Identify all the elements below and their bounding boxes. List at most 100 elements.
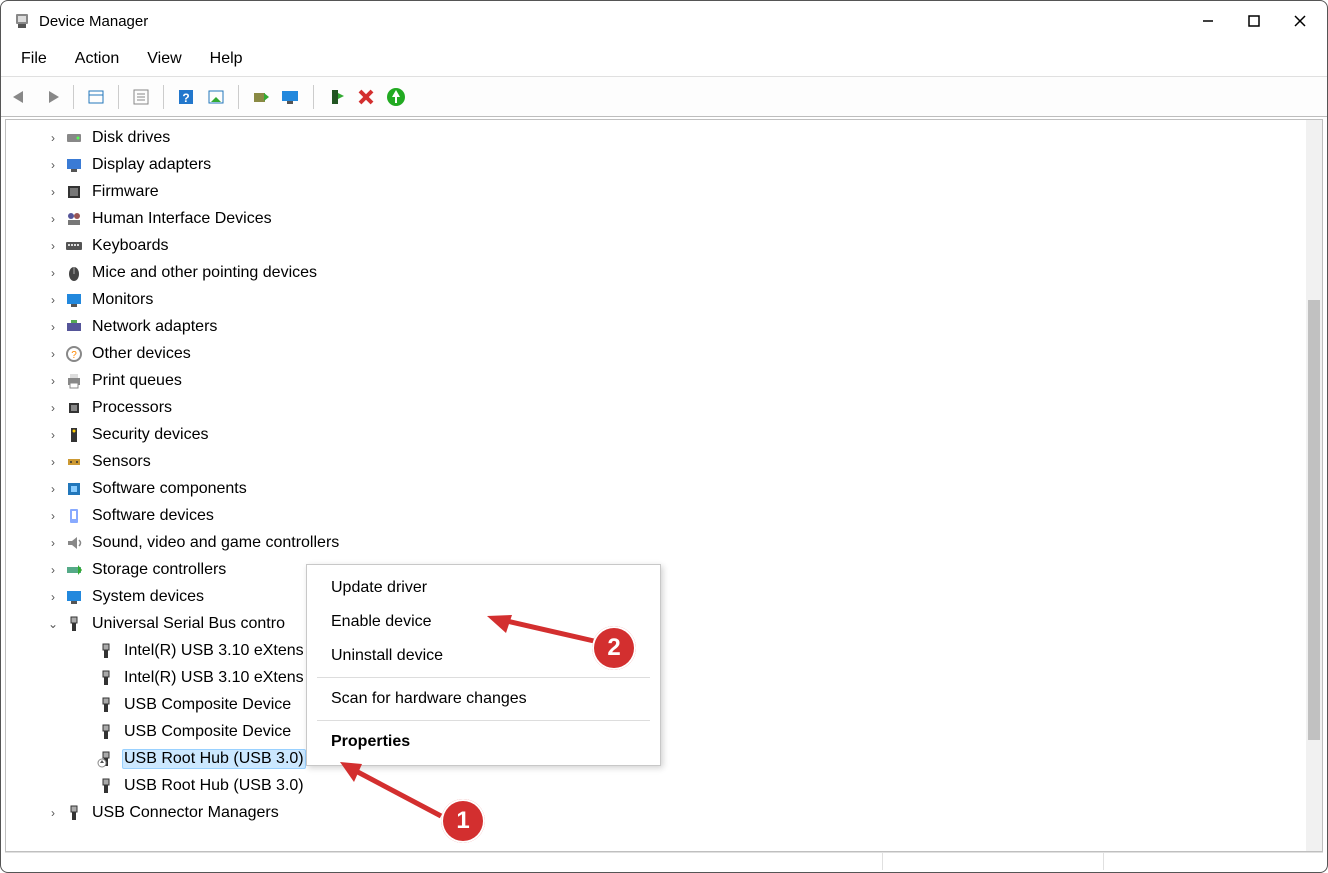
tree-item-usb-child[interactable]: Intel(R) USB 3.10 eXtens [6,637,1322,664]
other-icon: ? [64,344,84,364]
tree-expander[interactable] [44,590,62,604]
tree-expander[interactable] [44,185,62,199]
toolbar-separator [118,85,119,109]
device-label: Software devices [90,507,216,525]
tree-expander[interactable] [44,212,62,226]
device-tree[interactable]: Disk drives Display adapters Firmware Hu… [6,120,1322,851]
statusbar [5,852,1323,870]
ctx-separator [317,677,650,678]
disable-button[interactable] [322,83,350,111]
minimize-button[interactable] [1185,1,1231,41]
device-label: Keyboards [90,237,171,255]
tree-item[interactable]: Display adapters [6,151,1322,178]
ctx-scan-hardware[interactable]: Scan for hardware changes [307,682,660,716]
tree-expander[interactable] [44,266,62,280]
ctx-update-driver[interactable]: Update driver [307,571,660,605]
tree-item-usb-child[interactable]: USB Root Hub (USB 3.0) [6,772,1322,799]
back-button[interactable] [7,83,35,111]
tree-expander[interactable] [44,401,62,415]
tree-expander[interactable] [44,563,62,577]
tree-item-usb-child[interactable]: USB Root Hub (USB 3.0) [6,745,1322,772]
forward-button[interactable] [37,83,65,111]
tree-item[interactable]: Security devices [6,421,1322,448]
tree-item-usb-child[interactable]: USB Composite Device [6,718,1322,745]
tree-item[interactable]: Storage controllers [6,556,1322,583]
properties-button[interactable] [127,83,155,111]
cpu-icon [64,398,84,418]
sensor-icon [64,452,84,472]
tree-item[interactable]: System devices [6,583,1322,610]
annotation-badge-2: 2 [592,626,636,670]
toolbar-separator [238,85,239,109]
device-label: Monitors [90,291,155,309]
scan-computer-button[interactable] [277,83,305,111]
tree-item[interactable]: Disk drives [6,124,1322,151]
tree-item[interactable]: Sound, video and game controllers [6,529,1322,556]
ctx-properties[interactable]: Properties [307,725,660,759]
show-hidden-button[interactable] [82,83,110,111]
tree-item[interactable]: Firmware [6,178,1322,205]
tree-item[interactable]: Sensors [6,448,1322,475]
menu-action[interactable]: Action [61,44,133,74]
device-label: USB Root Hub (USB 3.0) [122,749,306,769]
tree-expander[interactable] [44,536,62,550]
annotation-badge-1: 1 [441,799,485,843]
mouse-icon [64,263,84,283]
chip-icon [64,182,84,202]
usb-icon [64,803,84,823]
tree-expander[interactable] [44,617,62,631]
tree-expander[interactable] [44,482,62,496]
scan-button[interactable] [202,83,230,111]
menu-help[interactable]: Help [196,44,257,74]
tree-item[interactable]: Mice and other pointing devices [6,259,1322,286]
tree-expander[interactable] [44,455,62,469]
tree-item[interactable]: Processors [6,394,1322,421]
tree-item-usb-child[interactable]: USB Composite Device [6,691,1322,718]
tree-expander[interactable] [44,239,62,253]
device-label: Sound, video and game controllers [90,534,341,552]
tree-expander[interactable] [44,131,62,145]
vertical-scrollbar[interactable] [1306,120,1322,851]
maximize-button[interactable] [1231,1,1277,41]
enable-button[interactable] [382,83,410,111]
tree-expander[interactable] [44,293,62,307]
tree-item[interactable]: Print queues [6,367,1322,394]
device-label: USB Root Hub (USB 3.0) [122,777,306,795]
device-manager-window: Device Manager File Action View Help ? [0,0,1328,873]
menu-view[interactable]: View [133,44,195,74]
tree-expander[interactable] [44,374,62,388]
tree-expander[interactable] [44,347,62,361]
tree-expander[interactable] [44,509,62,523]
tree-item[interactable]: Software components [6,475,1322,502]
usb-icon [96,668,116,688]
device-label: Processors [90,399,174,417]
tree-expander[interactable] [44,158,62,172]
titlebar[interactable]: Device Manager [1,1,1327,41]
device-label: Network adapters [90,318,219,336]
tree-expander[interactable] [44,806,62,820]
help-button[interactable]: ? [172,83,200,111]
security-icon [64,425,84,445]
scrollbar-thumb[interactable] [1308,300,1320,740]
device-label: System devices [90,588,206,606]
tree-item[interactable]: Keyboards [6,232,1322,259]
tree-item[interactable]: USB Connector Managers [6,799,1322,826]
update-driver-button[interactable] [247,83,275,111]
menu-file[interactable]: File [7,44,61,74]
monitor-icon [64,290,84,310]
device-label: USB Composite Device [122,696,293,714]
device-label: Intel(R) USB 3.10 eXtens [122,669,306,687]
tree-expander[interactable] [44,428,62,442]
tree-item-usb[interactable]: Universal Serial Bus contro [6,610,1322,637]
tree-item[interactable]: Monitors [6,286,1322,313]
tree-item[interactable]: Software devices [6,502,1322,529]
tree-item[interactable]: ? Other devices [6,340,1322,367]
uninstall-button[interactable] [352,83,380,111]
tree-item[interactable]: Human Interface Devices [6,205,1322,232]
device-label: Sensors [90,453,153,471]
close-button[interactable] [1277,1,1323,41]
tree-item[interactable]: Network adapters [6,313,1322,340]
tree-item-usb-child[interactable]: Intel(R) USB 3.10 eXtens [6,664,1322,691]
tree-expander[interactable] [44,320,62,334]
usb-icon [64,614,84,634]
